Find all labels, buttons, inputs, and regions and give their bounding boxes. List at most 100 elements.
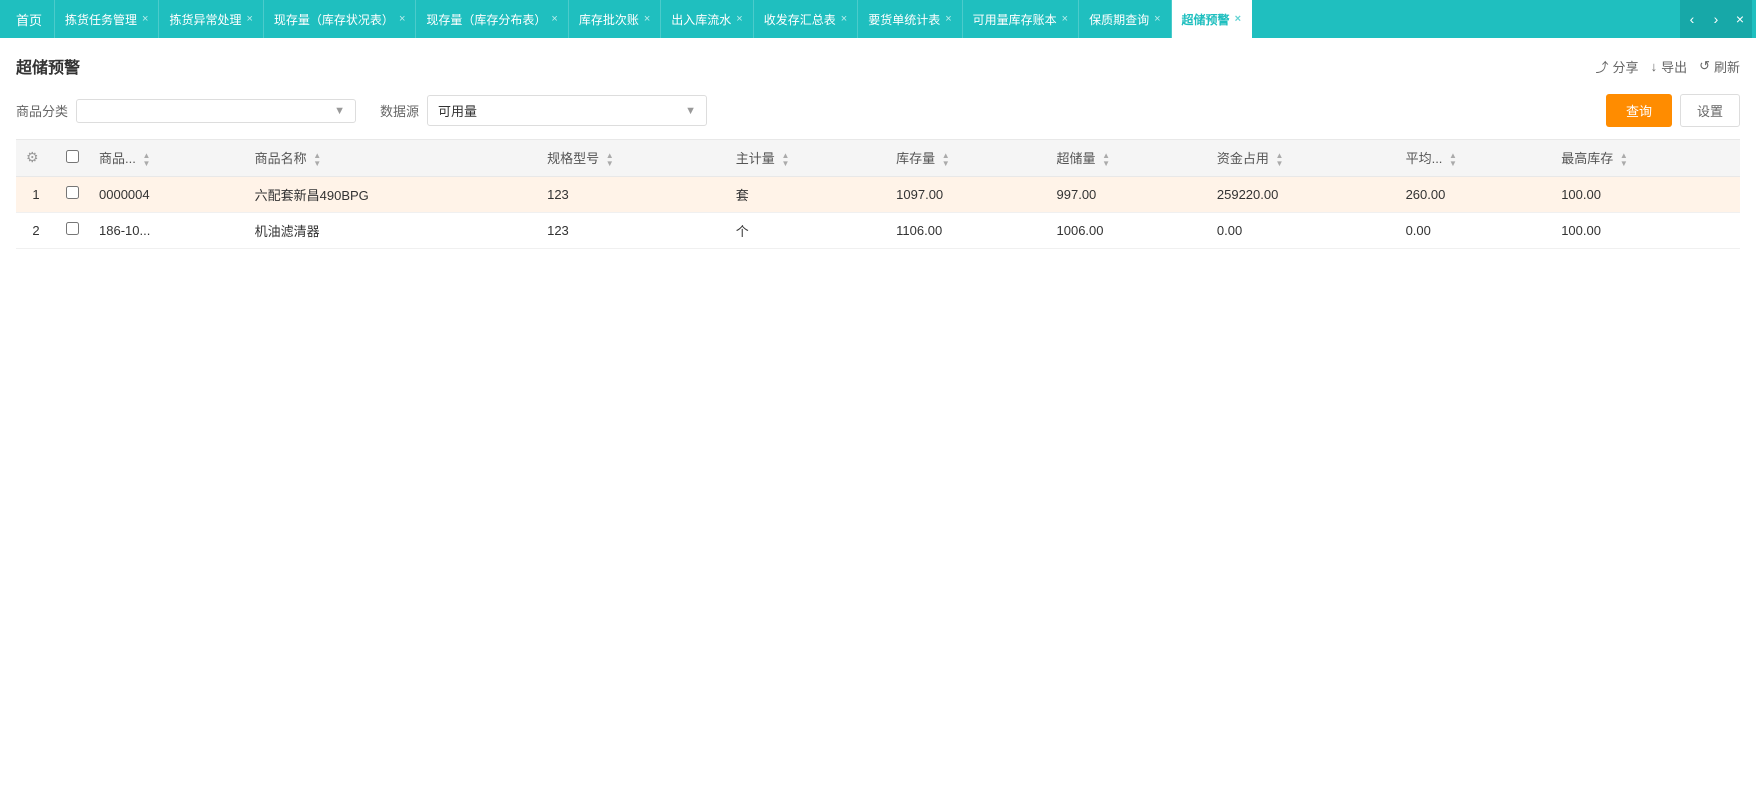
row-2-index: 2 bbox=[16, 212, 56, 248]
category-select[interactable]: ▼ bbox=[76, 99, 356, 123]
row-2-product-code: 186-10... bbox=[89, 212, 245, 248]
col-overstock[interactable]: 超储量 ▲▼ bbox=[1047, 140, 1207, 177]
sort-spec-icon: ▲▼ bbox=[606, 152, 614, 168]
row-2-max-stock: 100.00 bbox=[1551, 212, 1740, 248]
col-max-stock[interactable]: 最高库存 ▲▼ bbox=[1551, 140, 1740, 177]
sort-product-name-icon: ▲▼ bbox=[313, 152, 321, 168]
col-unit[interactable]: 主计量 ▲▼ bbox=[726, 140, 886, 177]
header-actions: ⤴ 分享 ↓ 导出 ↺ 刷新 bbox=[1596, 57, 1740, 76]
close-tab-6[interactable]: × bbox=[841, 13, 847, 25]
col-spec[interactable]: 规格型号 ▲▼ bbox=[537, 140, 726, 177]
row-2-checkbox-cell bbox=[56, 212, 89, 248]
col-product-code[interactable]: 商品... ▲▼ bbox=[89, 140, 245, 177]
refresh-icon: ↺ bbox=[1699, 58, 1710, 74]
share-button[interactable]: ⤴ 分享 bbox=[1596, 57, 1639, 76]
row-1-spec: 123 bbox=[537, 176, 726, 212]
settings-button[interactable]: 设置 bbox=[1680, 94, 1740, 127]
close-tab-3[interactable]: × bbox=[551, 13, 557, 25]
datasource-value: 可用量 bbox=[438, 101, 477, 120]
home-tab[interactable]: 首页 bbox=[4, 0, 55, 38]
sort-product-code-icon: ▲▼ bbox=[142, 152, 150, 168]
select-all-checkbox[interactable] bbox=[66, 150, 79, 163]
close-tab-4[interactable]: × bbox=[644, 13, 650, 25]
column-settings-icon[interactable]: ⚙ bbox=[26, 149, 39, 165]
row-1-capital: 259220.00 bbox=[1207, 176, 1396, 212]
refresh-button[interactable]: ↺ 刷新 bbox=[1699, 57, 1740, 76]
share-icon: ⤴ bbox=[1596, 57, 1609, 76]
col-product-name[interactable]: 商品名称 ▲▼ bbox=[245, 140, 537, 177]
sort-avg-icon: ▲▼ bbox=[1449, 152, 1457, 168]
nav-tab-10[interactable]: 超储预警 × bbox=[1172, 0, 1252, 38]
close-tab-5[interactable]: × bbox=[736, 13, 742, 25]
nav-tab-1[interactable]: 拣货异常处理 × bbox=[159, 0, 263, 38]
row-2-overstock: 1006.00 bbox=[1047, 212, 1207, 248]
sort-unit-icon: ▲▼ bbox=[781, 152, 789, 168]
nav-prev-button[interactable]: ‹ bbox=[1680, 0, 1704, 38]
category-dropdown-icon: ▼ bbox=[334, 105, 345, 117]
row-1-index: 1 bbox=[16, 176, 56, 212]
nav-next-button[interactable]: › bbox=[1704, 0, 1728, 38]
datasource-dropdown-icon: ▼ bbox=[685, 105, 696, 117]
row-2-avg: 0.00 bbox=[1396, 212, 1552, 248]
category-filter: 商品分类 ▼ bbox=[16, 99, 356, 123]
close-tab-8[interactable]: × bbox=[1062, 13, 1068, 25]
table-row: 1 0000004 六配套新昌490BPG 123 套 1097.00 997.… bbox=[16, 176, 1740, 212]
table-row: 2 186-10... 机油滤清器 123 个 1106.00 1006.00 … bbox=[16, 212, 1740, 248]
nav-tab-2[interactable]: 现存量（库存状况表） × bbox=[264, 0, 416, 38]
table-header-row: ⚙ 商品... ▲▼ 商品名称 ▲▼ 规格型号 ▲▼ 主计 bbox=[16, 140, 1740, 177]
row-2-product-name: 机油滤清器 bbox=[245, 212, 537, 248]
row-1-stock: 1097.00 bbox=[886, 176, 1046, 212]
nav-tab-7[interactable]: 要货单统计表 × bbox=[858, 0, 962, 38]
close-tab-10[interactable]: × bbox=[1235, 13, 1241, 25]
sort-max-stock-icon: ▲▼ bbox=[1620, 152, 1628, 168]
row-1-checkbox[interactable] bbox=[66, 186, 79, 199]
row-2-checkbox[interactable] bbox=[66, 222, 79, 235]
row-1-overstock: 997.00 bbox=[1047, 176, 1207, 212]
row-2-spec: 123 bbox=[537, 212, 726, 248]
page-title: 超储预警 bbox=[16, 54, 80, 78]
nav-tab-5[interactable]: 出入库流水 × bbox=[661, 0, 753, 38]
filter-buttons: 查询 设置 bbox=[1606, 94, 1740, 127]
category-label: 商品分类 bbox=[16, 101, 68, 120]
page-header: 超储预警 ⤴ 分享 ↓ 导出 ↺ 刷新 bbox=[16, 54, 1740, 78]
nav-tab-3[interactable]: 现存量（库存分布表） × bbox=[416, 0, 568, 38]
close-tab-9[interactable]: × bbox=[1154, 13, 1160, 25]
filter-row: 商品分类 ▼ 数据源 可用量 ▼ 查询 设置 bbox=[16, 94, 1740, 127]
row-2-capital: 0.00 bbox=[1207, 212, 1396, 248]
row-1-max-stock: 100.00 bbox=[1551, 176, 1740, 212]
export-button[interactable]: ↓ 导出 bbox=[1651, 57, 1688, 76]
nav-close-button[interactable]: × bbox=[1728, 0, 1752, 38]
close-tab-0[interactable]: × bbox=[142, 13, 148, 25]
data-table: ⚙ 商品... ▲▼ 商品名称 ▲▼ 规格型号 ▲▼ 主计 bbox=[16, 139, 1740, 249]
sort-capital-icon: ▲▼ bbox=[1276, 152, 1284, 168]
datasource-select[interactable]: 可用量 ▼ bbox=[427, 95, 707, 126]
nav-tab-8[interactable]: 可用量库存账本 × bbox=[963, 0, 1079, 38]
nav-tab-9[interactable]: 保质期查询 × bbox=[1079, 0, 1171, 38]
page-content: 超储预警 ⤴ 分享 ↓ 导出 ↺ 刷新 商品分类 ▼ 数据源 bbox=[0, 38, 1756, 800]
row-2-unit: 个 bbox=[726, 212, 886, 248]
row-1-product-name: 六配套新昌490BPG bbox=[245, 176, 537, 212]
nav-tab-4[interactable]: 库存批次账 × bbox=[569, 0, 661, 38]
export-icon: ↓ bbox=[1651, 59, 1658, 74]
col-capital[interactable]: 资金占用 ▲▼ bbox=[1207, 140, 1396, 177]
sort-stock-icon: ▲▼ bbox=[942, 152, 950, 168]
row-2-stock: 1106.00 bbox=[886, 212, 1046, 248]
col-gear: ⚙ bbox=[16, 140, 56, 177]
sort-overstock-icon: ▲▼ bbox=[1102, 152, 1110, 168]
nav-arrows: ‹ › × bbox=[1680, 0, 1752, 38]
close-tab-1[interactable]: × bbox=[246, 13, 252, 25]
col-checkbox bbox=[56, 140, 89, 177]
row-1-avg: 260.00 bbox=[1396, 176, 1552, 212]
close-tab-2[interactable]: × bbox=[399, 13, 405, 25]
datasource-filter: 数据源 可用量 ▼ bbox=[380, 95, 707, 126]
nav-tab-0[interactable]: 拣货任务管理 × bbox=[55, 0, 159, 38]
query-button[interactable]: 查询 bbox=[1606, 94, 1672, 127]
row-1-unit: 套 bbox=[726, 176, 886, 212]
datasource-label: 数据源 bbox=[380, 101, 419, 120]
col-avg[interactable]: 平均... ▲▼ bbox=[1396, 140, 1552, 177]
col-stock[interactable]: 库存量 ▲▼ bbox=[886, 140, 1046, 177]
row-1-checkbox-cell bbox=[56, 176, 89, 212]
close-tab-7[interactable]: × bbox=[945, 13, 951, 25]
nav-tab-6[interactable]: 收发存汇总表 × bbox=[754, 0, 858, 38]
row-1-product-code: 0000004 bbox=[89, 176, 245, 212]
